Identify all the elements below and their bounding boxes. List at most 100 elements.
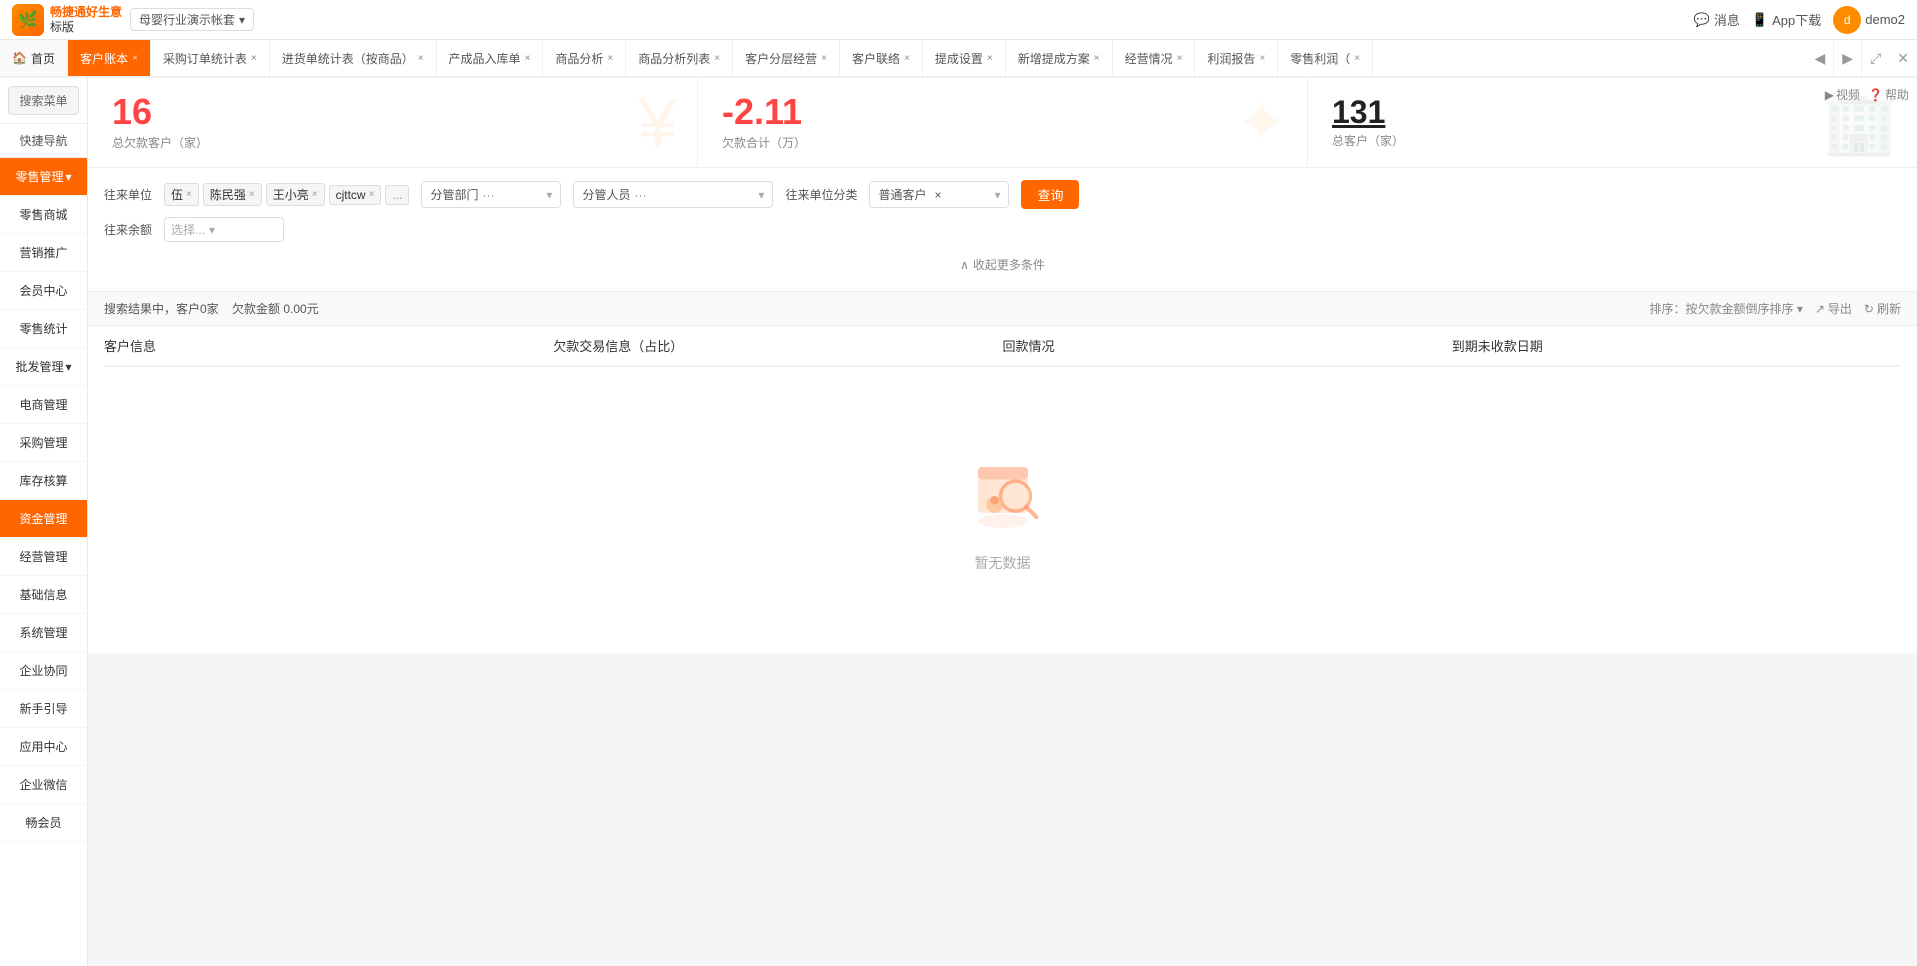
- filter-tag-wu: 伍 ×: [164, 183, 199, 206]
- tab-maximize-btn[interactable]: ⤢: [1862, 40, 1889, 76]
- sidebar-item-retail-stats[interactable]: 零售统计: [0, 310, 87, 348]
- sidebar-item-enterprise-wechat[interactable]: 企业微信: [0, 766, 87, 804]
- col-customer-info: 客户信息: [104, 336, 553, 355]
- close-icon[interactable]: ×: [1177, 53, 1183, 64]
- quick-nav-btn[interactable]: 快捷导航: [0, 124, 87, 158]
- sidebar-item-retail-mall[interactable]: 零售商城: [0, 196, 87, 234]
- remove-category-tag[interactable]: ×: [934, 188, 941, 202]
- tab-product-inbound[interactable]: 产成品入库单 ×: [437, 40, 544, 76]
- close-icon[interactable]: ×: [525, 53, 531, 64]
- person-select[interactable]: 分管人员 ··· ▾: [573, 181, 773, 208]
- close-icon[interactable]: ×: [607, 53, 613, 64]
- filter-tag-more[interactable]: ...: [385, 185, 409, 205]
- tab-close-all-btn[interactable]: ✕: [1889, 40, 1917, 76]
- close-icon[interactable]: ×: [821, 53, 827, 64]
- remove-tag-wu[interactable]: ×: [186, 189, 192, 200]
- sidebar-item-basic-info[interactable]: 基础信息: [0, 576, 87, 614]
- sidebar-item-wholesale-mgmt[interactable]: 批发管理 ▾: [0, 348, 87, 386]
- account-selector[interactable]: 母婴行业演示帐套 ▾: [130, 8, 254, 31]
- tab-retail-profit-label: 零售利润（: [1290, 50, 1350, 67]
- sort-label[interactable]: 排序：按欠款金额倒序排序 ▾: [1649, 300, 1802, 317]
- tab-purchase-order-stats[interactable]: 采购订单统计表 ×: [151, 40, 270, 76]
- summary-label-total-customers: 总客户（家）: [1332, 132, 1893, 149]
- sidebar-item-purchase-mgmt[interactable]: 采购管理: [0, 424, 87, 462]
- summary-label-debit-amount: 欠款合计（万）: [722, 134, 1283, 151]
- close-icon[interactable]: ×: [418, 53, 424, 64]
- help-link[interactable]: ❓ 帮助: [1868, 86, 1909, 103]
- tab-customer-tier[interactable]: 客户分层经营 ×: [733, 40, 840, 76]
- person-extra-btn[interactable]: ···: [634, 188, 646, 202]
- remainder-select[interactable]: 选择... ▾: [164, 217, 284, 242]
- sidebar-item-retail-mall-label: 零售商城: [19, 208, 67, 222]
- unit-category-select[interactable]: 普通客户 × ▾: [869, 181, 1009, 208]
- tab-raise-settings[interactable]: 提成设置 ×: [923, 40, 1006, 76]
- tab-customer-contact[interactable]: 客户联络 ×: [840, 40, 923, 76]
- sidebar-item-marketing[interactable]: 营销推广: [0, 234, 87, 272]
- remainder-arrow-icon: ▾: [209, 223, 215, 237]
- close-icon[interactable]: ×: [904, 53, 910, 64]
- search-menu-btn[interactable]: 搜索菜单: [8, 86, 79, 115]
- tag-label-chen: 陈民强: [210, 186, 246, 203]
- chevron-icon: ▾: [65, 170, 71, 184]
- export-link[interactable]: ↗ 导出: [1815, 300, 1852, 317]
- close-icon[interactable]: ×: [987, 53, 993, 64]
- tab-inbound-stats[interactable]: 进货单统计表（按商品） ×: [270, 40, 437, 76]
- card-bg-icon-yen: ¥: [638, 83, 677, 163]
- sidebar-item-system-mgmt[interactable]: 系统管理: [0, 614, 87, 652]
- tab-product-inbound-label: 产成品入库单: [449, 50, 521, 67]
- results-text: 搜索结果中，客户0家: [104, 302, 219, 316]
- close-icon[interactable]: ×: [1259, 53, 1265, 64]
- close-icon[interactable]: ×: [1354, 53, 1360, 64]
- sidebar-item-member-center[interactable]: 会员中心: [0, 272, 87, 310]
- sidebar-item-system-mgmt-label: 系统管理: [19, 626, 67, 640]
- sidebar-item-enterprise-collab[interactable]: 企业协同: [0, 652, 87, 690]
- tab-customer-balance[interactable]: 客户账本 ×: [68, 40, 151, 76]
- close-icon[interactable]: ×: [251, 53, 257, 64]
- tab-business-status[interactable]: 经营情况 ×: [1113, 40, 1196, 76]
- app-download-btn[interactable]: 📱 App下载: [1752, 10, 1821, 29]
- unit-category-label: 往来单位分类: [785, 186, 857, 203]
- collapse-btn[interactable]: ∧ 收起更多条件: [960, 256, 1045, 273]
- tab-product-analysis[interactable]: 商品分析 ×: [543, 40, 626, 76]
- unit-filter-label: 往来单位: [104, 186, 152, 203]
- sidebar-item-wholesale-mgmt-label: 批发管理: [15, 358, 63, 375]
- card-total-debit-customers: ¥ 16 总欠款客户（家）: [88, 78, 698, 167]
- card-bg-icon-diamond: ✦: [1237, 88, 1287, 158]
- tag-label-wu: 伍: [171, 186, 183, 203]
- sidebar-item-operation-mgmt[interactable]: 经营管理: [0, 538, 87, 576]
- tab-next-btn[interactable]: ▶: [1834, 40, 1862, 76]
- sidebar-item-inventory[interactable]: 库存核算: [0, 462, 87, 500]
- tab-profit-report[interactable]: 利润报告 ×: [1195, 40, 1278, 76]
- close-icon[interactable]: ×: [1094, 53, 1100, 64]
- video-link[interactable]: ▶ 视频: [1825, 86, 1860, 103]
- tab-retail-profit[interactable]: 零售利润（ ×: [1278, 40, 1373, 76]
- user-avatar-btn[interactable]: d demo2: [1833, 6, 1905, 34]
- close-icon[interactable]: ×: [132, 53, 138, 64]
- query-button[interactable]: 查询: [1021, 180, 1079, 209]
- results-info: 搜索结果中，客户0家 欠款金额 0.00元: [104, 300, 319, 317]
- sidebar-item-retail-mgmt[interactable]: 零售管理 ▾: [0, 158, 87, 196]
- col-due-date: 到期未收款日期: [1452, 336, 1901, 355]
- remove-tag-cjttcw[interactable]: ×: [369, 189, 375, 200]
- tab-prev-btn[interactable]: ◀: [1807, 40, 1835, 76]
- col-repayment-status: 回款情况: [1003, 336, 1452, 355]
- sidebar-item-finance-mgmt[interactable]: 资金管理: [0, 500, 87, 538]
- remove-tag-wang[interactable]: ×: [312, 189, 318, 200]
- message-btn[interactable]: 💬 消息: [1694, 10, 1740, 29]
- sidebar-item-vip-member[interactable]: 畅会员: [0, 804, 87, 842]
- sidebar-item-ecommerce-mgmt[interactable]: 电商管理: [0, 386, 87, 424]
- tab-home[interactable]: 🏠 首页: [0, 40, 68, 76]
- sidebar-item-new-user-guide[interactable]: 新手引导: [0, 690, 87, 728]
- tab-new-raise-plan[interactable]: 新增提成方案 ×: [1006, 40, 1113, 76]
- refresh-link[interactable]: ↻ 刷新: [1864, 300, 1901, 317]
- results-bar: 搜索结果中，客户0家 欠款金额 0.00元 排序：按欠款金额倒序排序 ▾ ↗ 导…: [88, 292, 1917, 326]
- sidebar-item-app-center[interactable]: 应用中心: [0, 728, 87, 766]
- card-total-customers: 🏢 131 总客户（家） ▶ 视频 ❓ 帮助: [1308, 78, 1917, 167]
- remove-tag-chen[interactable]: ×: [249, 189, 255, 200]
- person-placeholder: 分管人员: [582, 186, 630, 203]
- tab-product-analysis-list[interactable]: 商品分析列表 ×: [626, 40, 733, 76]
- results-amount: 欠款金额 0.00元: [232, 302, 319, 316]
- dept-select[interactable]: 分管部门 ··· ▾: [421, 181, 561, 208]
- close-icon[interactable]: ×: [714, 53, 720, 64]
- dept-extra-btn[interactable]: ···: [482, 188, 494, 202]
